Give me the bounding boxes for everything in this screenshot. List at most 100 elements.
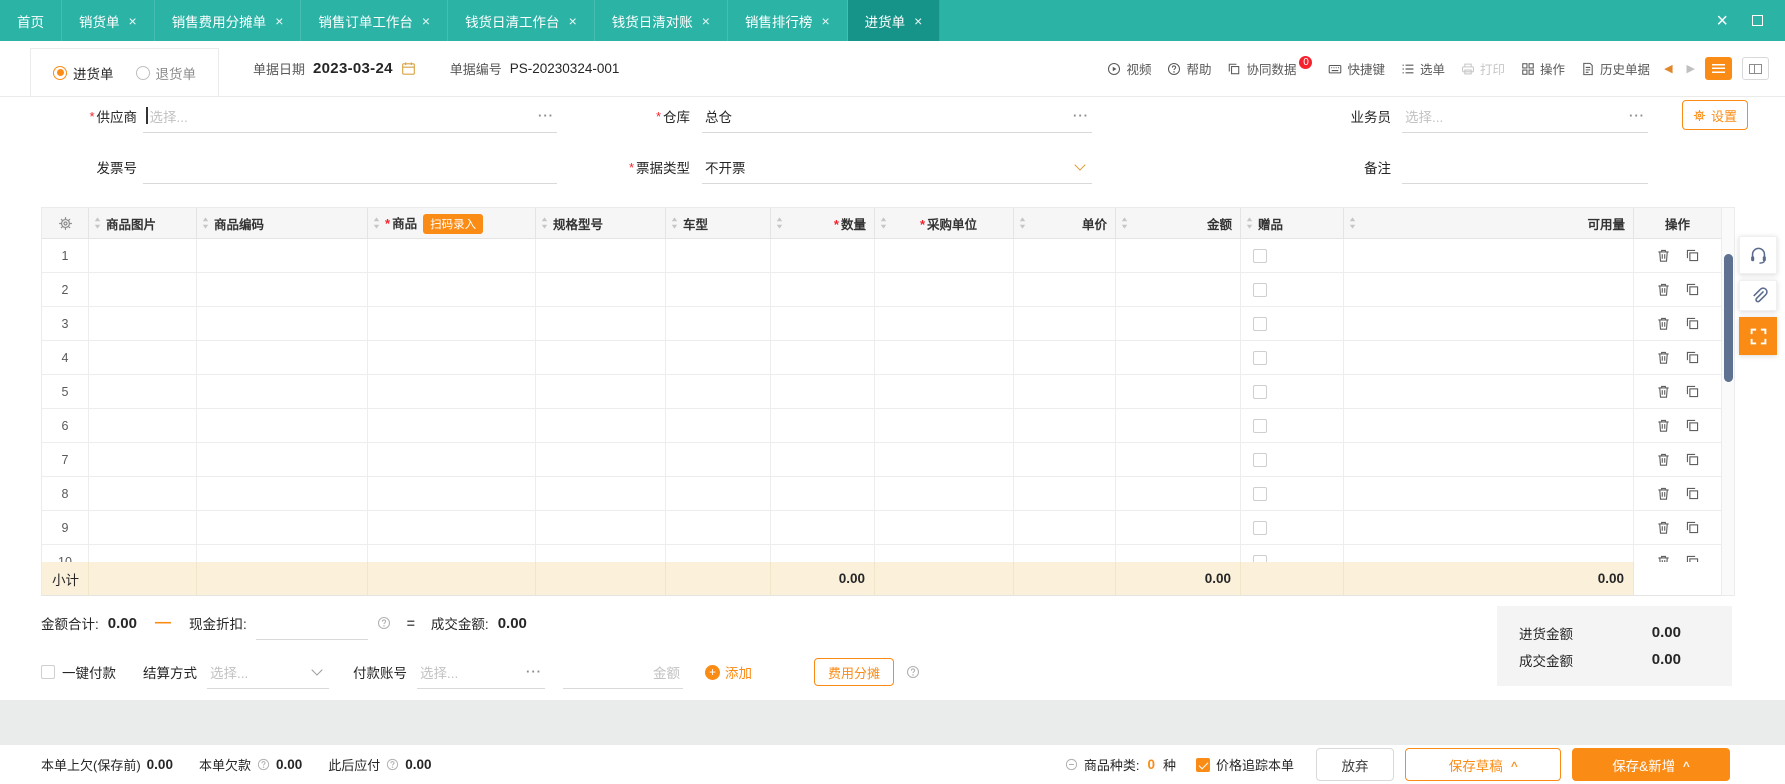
cell-amount[interactable] (1116, 511, 1241, 545)
cell-product[interactable] (368, 341, 536, 375)
copy-row-icon[interactable] (1685, 452, 1700, 467)
sort-icon[interactable] (1121, 217, 1128, 229)
delete-row-icon[interactable] (1656, 554, 1671, 562)
cell-amount[interactable] (1116, 443, 1241, 477)
chevron-down-icon[interactable] (1074, 158, 1086, 171)
cell-operations[interactable] (1634, 341, 1721, 375)
cell-vehicle-model[interactable] (666, 545, 771, 562)
more-icon[interactable]: ··· (526, 665, 542, 678)
column-header-product[interactable]: * 商品 扫码录入 (368, 208, 536, 239)
sort-icon[interactable] (1246, 217, 1253, 229)
cell-purchase-unit[interactable] (875, 443, 1014, 477)
delete-row-icon[interactable] (1656, 316, 1671, 331)
cell-spec-model[interactable] (536, 545, 666, 562)
cell-spec-model[interactable] (536, 409, 666, 443)
one-click-pay-checkbox[interactable] (41, 665, 55, 679)
cell-gift[interactable] (1241, 409, 1344, 443)
cell-vehicle-model[interactable] (666, 511, 771, 545)
grid-scrollbar[interactable] (1721, 207, 1735, 596)
cell-spec-model[interactable] (536, 341, 666, 375)
cell-available-qty[interactable] (1344, 307, 1634, 341)
settings-button[interactable]: 设置 (1682, 100, 1749, 130)
cell-vehicle-model[interactable] (666, 409, 771, 443)
sort-icon[interactable] (880, 217, 887, 229)
cell-operations[interactable] (1634, 477, 1721, 511)
cell-product-code[interactable] (197, 273, 368, 307)
column-header-amount[interactable]: 金额 (1116, 208, 1241, 239)
toolbar-action-grid[interactable]: 操作 (1521, 59, 1565, 78)
salesperson-field[interactable]: 选择... ··· (1402, 99, 1648, 133)
cell-vehicle-model[interactable] (666, 307, 771, 341)
fullscreen-icon[interactable] (1752, 15, 1763, 26)
layout-view-button[interactable] (1742, 57, 1769, 80)
column-header-quantity[interactable]: * 数量 (771, 208, 875, 239)
close-icon[interactable]: × (1716, 11, 1728, 31)
cell-product-image[interactable] (89, 409, 197, 443)
cell-operations[interactable] (1634, 273, 1721, 307)
cell-product-code[interactable] (197, 409, 368, 443)
cell-vehicle-model[interactable] (666, 273, 771, 307)
cell-product-image[interactable] (89, 477, 197, 511)
help-circle-icon[interactable] (386, 758, 399, 771)
gift-checkbox[interactable] (1253, 248, 1267, 263)
toolbar-action-keyboard[interactable]: 快捷键 (1328, 59, 1385, 78)
delete-row-icon[interactable] (1656, 384, 1671, 399)
cell-operations[interactable] (1634, 511, 1721, 545)
toolbar-action-windows[interactable]: 协同数据 0 (1227, 56, 1313, 78)
cell-unit-price[interactable] (1014, 273, 1116, 307)
cell-available-qty[interactable] (1344, 375, 1634, 409)
cell-amount[interactable] (1116, 409, 1241, 443)
cell-spec-model[interactable] (536, 477, 666, 511)
cell-gift[interactable] (1241, 341, 1344, 375)
cell-amount[interactable] (1116, 307, 1241, 341)
cell-product[interactable] (368, 409, 536, 443)
cell-vehicle-model[interactable] (666, 239, 771, 273)
column-header-unit-price[interactable]: 单价 (1014, 208, 1116, 239)
scan-entry-button[interactable]: 扫码录入 (423, 213, 484, 234)
cell-quantity[interactable] (771, 443, 875, 477)
cell-gift[interactable] (1241, 545, 1344, 562)
scrollbar-thumb[interactable] (1724, 254, 1733, 382)
cell-amount[interactable] (1116, 375, 1241, 409)
cell-product[interactable] (368, 477, 536, 511)
cell-product[interactable] (368, 273, 536, 307)
delete-row-icon[interactable] (1656, 350, 1671, 365)
pay-account-field[interactable]: 选择... ··· (417, 655, 545, 689)
gift-checkbox[interactable] (1253, 554, 1267, 562)
cash-discount-input[interactable] (255, 606, 368, 640)
tab-close-icon[interactable]: × (129, 13, 137, 29)
cell-product-image[interactable] (89, 511, 197, 545)
cell-product[interactable] (368, 375, 536, 409)
copy-row-icon[interactable] (1685, 248, 1700, 263)
cell-product-code[interactable] (197, 307, 368, 341)
cell-purchase-unit[interactable] (875, 341, 1014, 375)
cell-amount[interactable] (1116, 273, 1241, 307)
cell-product-code[interactable] (197, 239, 368, 273)
cell-available-qty[interactable] (1344, 511, 1634, 545)
tab-close-icon[interactable]: × (569, 13, 577, 29)
abandon-button[interactable]: 放弃 (1316, 748, 1394, 781)
cell-amount[interactable] (1116, 239, 1241, 273)
cell-available-qty[interactable] (1344, 273, 1634, 307)
cell-product-image[interactable] (89, 239, 197, 273)
cell-unit-price[interactable] (1014, 239, 1116, 273)
window-tab[interactable]: 钱货日清对账 × (595, 0, 728, 41)
tab-close-icon[interactable]: × (275, 13, 283, 29)
column-header-spec-model[interactable]: 规格型号 (536, 208, 666, 239)
cell-spec-model[interactable] (536, 273, 666, 307)
cell-purchase-unit[interactable] (875, 307, 1014, 341)
cell-product-code[interactable] (197, 477, 368, 511)
sort-icon[interactable] (373, 217, 380, 229)
cell-operations[interactable] (1634, 307, 1721, 341)
column-header-available-qty[interactable]: 可用量 (1344, 208, 1634, 239)
cell-vehicle-model[interactable] (666, 443, 771, 477)
cell-unit-price[interactable] (1014, 409, 1116, 443)
cell-operations[interactable] (1634, 545, 1721, 562)
cell-gift[interactable] (1241, 375, 1344, 409)
nav-right-icon[interactable]: ▶ (1687, 62, 1695, 75)
cell-purchase-unit[interactable] (875, 511, 1014, 545)
cell-product-image[interactable] (89, 545, 197, 562)
help-circle-icon[interactable] (906, 665, 920, 679)
cell-product-code[interactable] (197, 511, 368, 545)
nav-left-icon[interactable]: ◀ (1664, 62, 1672, 75)
